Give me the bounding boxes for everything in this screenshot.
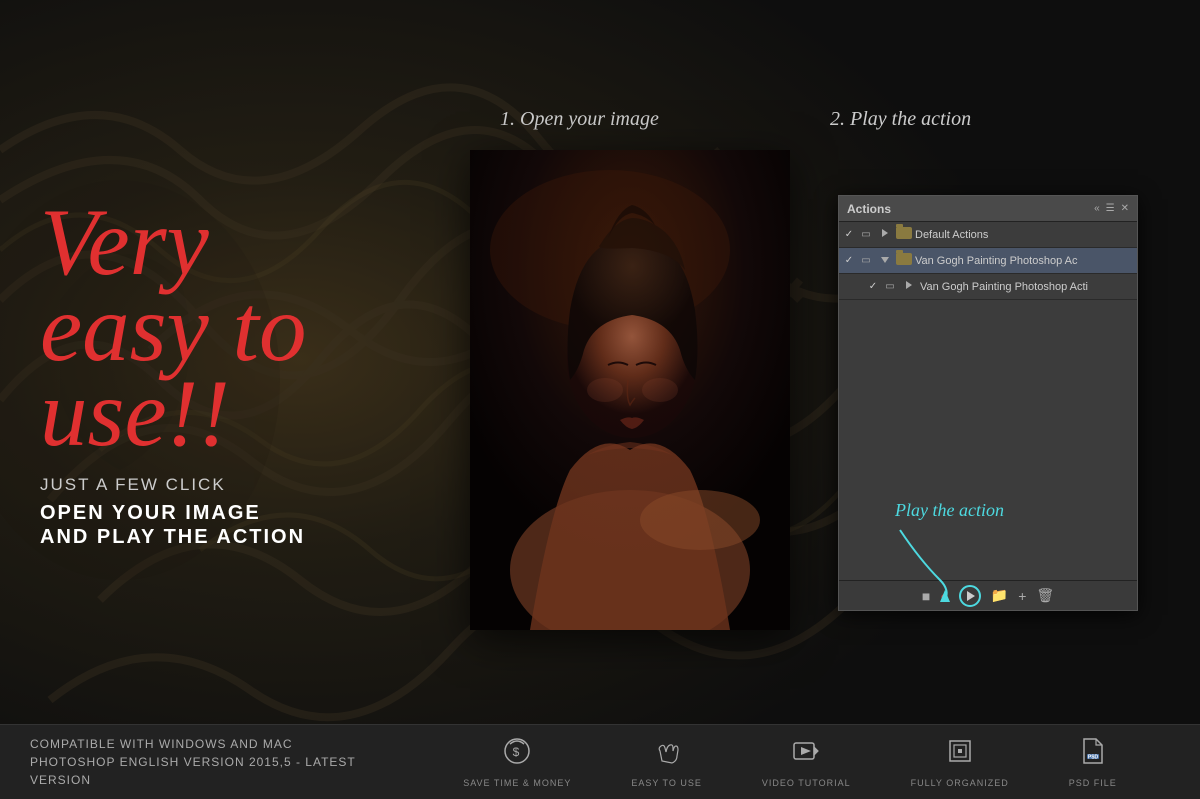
panel-controls: « ☰ ✕ xyxy=(1094,203,1129,214)
video-icon xyxy=(791,736,821,773)
footer: Compatible with Windows and Mac Photosho… xyxy=(0,724,1200,799)
feature-label-video: Video Tutorial xyxy=(762,778,851,788)
actions-row-vangogh-folder[interactable]: ✓ ▭ Van Gogh Painting Photoshop Ac xyxy=(839,248,1137,274)
save-money-icon: $ xyxy=(502,736,532,773)
record-btn[interactable]: ● xyxy=(940,588,948,604)
left-text-block: Very easy to use!! Just a few click Open… xyxy=(40,200,420,549)
check-default: ✓ xyxy=(843,229,855,240)
actions-row-default[interactable]: ✓ ▭ Default Actions xyxy=(839,222,1137,248)
feature-save-money: $ Save Time & Money xyxy=(463,736,571,788)
center-photo xyxy=(470,150,790,630)
play-button[interactable] xyxy=(959,585,981,607)
actions-panel-title: Actions xyxy=(847,202,891,216)
folder-icon-default xyxy=(896,227,912,242)
stop-btn[interactable]: ■ xyxy=(922,588,930,604)
organized-icon xyxy=(945,736,975,773)
easy-use-icon xyxy=(652,736,682,773)
headline-very: Very xyxy=(40,200,420,286)
actions-panel-header: Actions « ☰ ✕ xyxy=(839,196,1137,222)
woman-svg xyxy=(470,150,790,630)
row-triangle-vangogh xyxy=(877,255,893,266)
feature-psd: PSD PSD File xyxy=(1069,736,1117,788)
feature-easy-use: Easy to Use xyxy=(631,736,702,788)
actions-panel-toolbar: ■ ● 📁 + 🗑 xyxy=(839,580,1137,610)
row-square-default: ▭ xyxy=(858,229,874,240)
check-action: ✓ xyxy=(867,281,879,292)
feature-label-easy: Easy to Use xyxy=(631,778,702,788)
row-label-action: Van Gogh Painting Photoshop Acti xyxy=(920,281,1133,293)
panel-close-icon[interactable]: ✕ xyxy=(1121,203,1129,214)
compat-line2: Photoshop English Version 2015,5 - Lates… xyxy=(30,753,410,789)
feature-video: Video Tutorial xyxy=(762,736,851,788)
footer-compat-text: Compatible with Windows and Mac Photosho… xyxy=(30,735,410,789)
feature-label-organized: Fully Organized xyxy=(911,778,1009,788)
step2-label: 2. Play the action xyxy=(830,108,971,131)
headline-easy-to: easy to xyxy=(40,286,420,372)
row-square-action: ▭ xyxy=(882,281,898,292)
play-triangle-icon xyxy=(967,591,975,601)
content-layer: 1. Open your image 2. Play the action Ve… xyxy=(0,0,1200,799)
row-triangle-default xyxy=(877,229,893,240)
create-set-btn[interactable]: 📁 xyxy=(991,587,1008,604)
create-action-btn[interactable]: + xyxy=(1018,588,1026,604)
row-square-vangogh: ▭ xyxy=(858,255,874,266)
compat-line1: Compatible with Windows and Mac xyxy=(30,735,410,753)
row-label-vangogh: Van Gogh Painting Photoshop Ac xyxy=(915,255,1133,267)
psd-icon: PSD xyxy=(1078,736,1108,773)
feature-label-save-money: Save Time & Money xyxy=(463,778,571,788)
row-triangle-action xyxy=(901,281,917,292)
sub-text-clicks: Just a few click xyxy=(40,475,420,495)
folder-icon-vangogh xyxy=(896,253,912,268)
step1-label: 1. Open your image xyxy=(500,108,659,131)
headline-use: use!! xyxy=(40,371,420,457)
actions-row-vangogh-action[interactable]: ✓ ▭ Van Gogh Painting Photoshop Acti xyxy=(839,274,1137,300)
actions-panel: Actions « ☰ ✕ ✓ ▭ Default Actions ✓ ▭ Va… xyxy=(838,195,1138,611)
row-label-default: Default Actions xyxy=(915,229,1133,241)
svg-text:PSD: PSD xyxy=(1088,755,1099,761)
feature-organized: Fully Organized xyxy=(911,736,1009,788)
photo-inner xyxy=(470,150,790,630)
delete-btn[interactable]: 🗑 xyxy=(1036,587,1054,604)
play-annotation-text: Play the action xyxy=(895,500,1004,521)
footer-features: $ Save Time & Money Easy to Use xyxy=(410,736,1170,788)
actions-empty-area xyxy=(839,300,1137,580)
panel-collapse-icon[interactable]: « xyxy=(1094,203,1100,214)
svg-text:$: $ xyxy=(513,745,520,759)
sub-text-open: Open your image and play the action xyxy=(40,501,420,549)
panel-menu-icon[interactable]: ☰ xyxy=(1106,203,1115,214)
feature-label-psd: PSD File xyxy=(1069,778,1117,788)
check-vangogh: ✓ xyxy=(843,255,855,266)
